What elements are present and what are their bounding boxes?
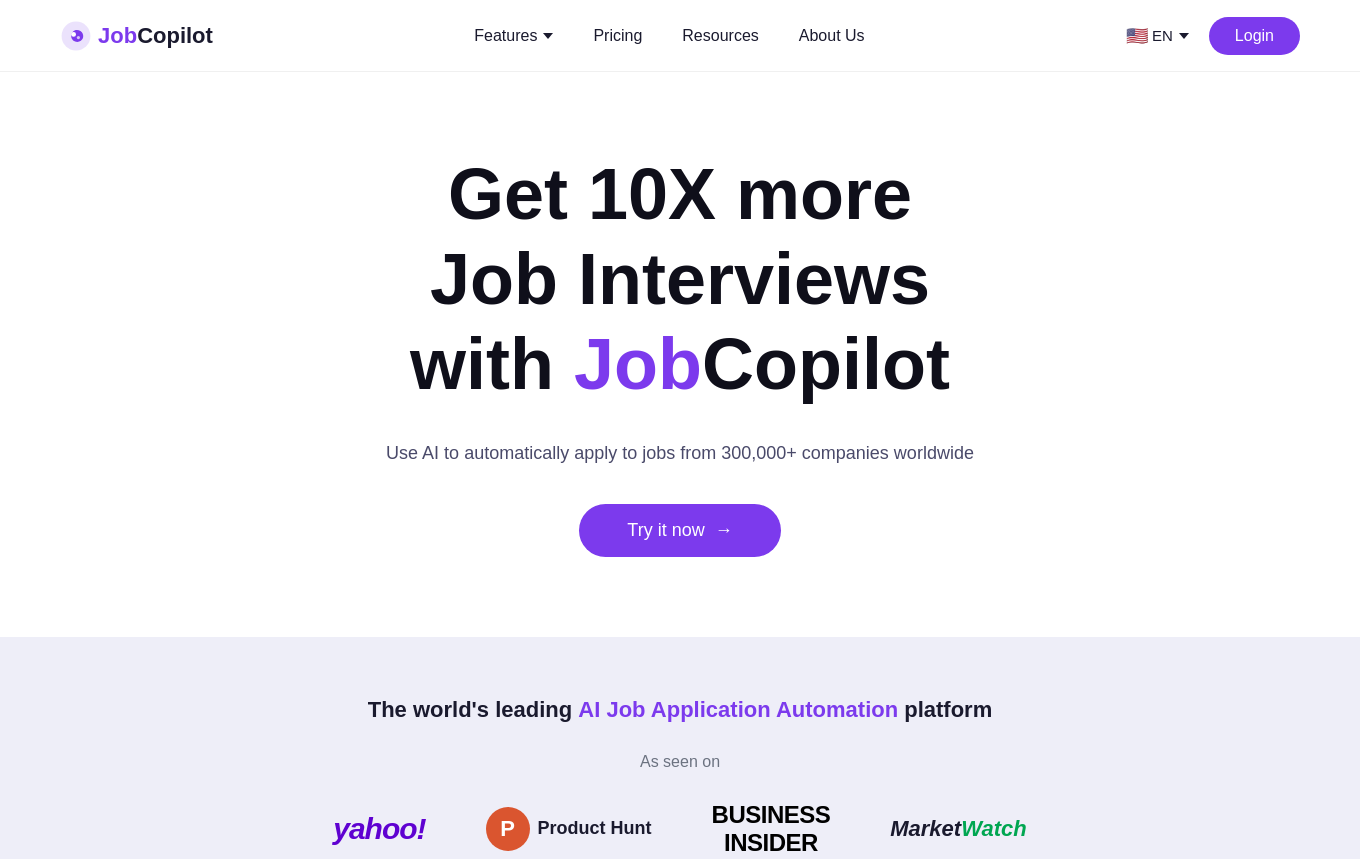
logo-icon — [60, 20, 92, 52]
nav-right: 🇺🇸 EN Login — [1126, 17, 1300, 55]
ph-circle: P — [486, 807, 530, 851]
logo-text: JobCopilot — [98, 23, 213, 49]
marketwatch-logo: MarketWatch — [890, 816, 1027, 842]
hero-headline: Get 10X more Job Interviews with JobCopi… — [410, 152, 950, 407]
navbar: JobCopilot Features Pricing Resources Ab… — [0, 0, 1360, 72]
login-button[interactable]: Login — [1209, 17, 1300, 55]
try-now-button[interactable]: Try it now → — [579, 504, 780, 557]
yahoo-text: yahoo! — [333, 812, 425, 846]
language-selector[interactable]: 🇺🇸 EN — [1126, 25, 1189, 47]
nav-item-about: About Us — [799, 27, 865, 45]
mw-text: MarketWatch — [890, 816, 1027, 842]
ph-label: Product Hunt — [538, 819, 652, 839]
logo-copilot: Copilot — [137, 23, 213, 49]
social-headline: The world's leading AI Job Application A… — [20, 697, 1340, 723]
nav-about-link[interactable]: About Us — [799, 27, 865, 45]
bi-text: BUSINESSINSIDER — [712, 801, 831, 857]
business-insider-logo: BUSINESSINSIDER — [712, 801, 831, 857]
social-proof-section: The world's leading AI Job Application A… — [0, 637, 1360, 859]
yahoo-logo: yahoo! — [333, 812, 425, 846]
nav-resources-link[interactable]: Resources — [682, 27, 758, 45]
chevron-down-icon — [543, 33, 553, 39]
nav-item-features: Features — [474, 27, 553, 45]
nav-links: Features Pricing Resources About Us — [474, 27, 864, 45]
flag-icon: 🇺🇸 — [1126, 25, 1148, 47]
lang-chevron-icon — [1179, 33, 1189, 39]
logo-link[interactable]: JobCopilot — [60, 20, 213, 52]
hero-subtitle: Use AI to automatically apply to jobs fr… — [386, 443, 974, 464]
nav-item-pricing: Pricing — [593, 27, 642, 45]
svg-point-2 — [77, 36, 80, 39]
logo-job: Job — [98, 23, 137, 49]
hero-section: Get 10X more Job Interviews with JobCopi… — [0, 72, 1360, 637]
language-code: EN — [1152, 27, 1173, 44]
arrow-right-icon: → — [715, 520, 733, 541]
nav-features-link[interactable]: Features — [474, 27, 553, 45]
ph-text-block: Product Hunt — [538, 819, 652, 839]
ph-icon: P — [500, 816, 515, 842]
nav-pricing-link[interactable]: Pricing — [593, 27, 642, 45]
producthunt-logo: P Product Hunt — [486, 807, 652, 851]
nav-item-resources: Resources — [682, 27, 758, 45]
brand-logos-row: yahoo! P Product Hunt BUSINESSINSIDER Ma… — [20, 801, 1340, 857]
svg-point-1 — [71, 32, 76, 37]
as-seen-on-label: As seen on — [20, 753, 1340, 771]
